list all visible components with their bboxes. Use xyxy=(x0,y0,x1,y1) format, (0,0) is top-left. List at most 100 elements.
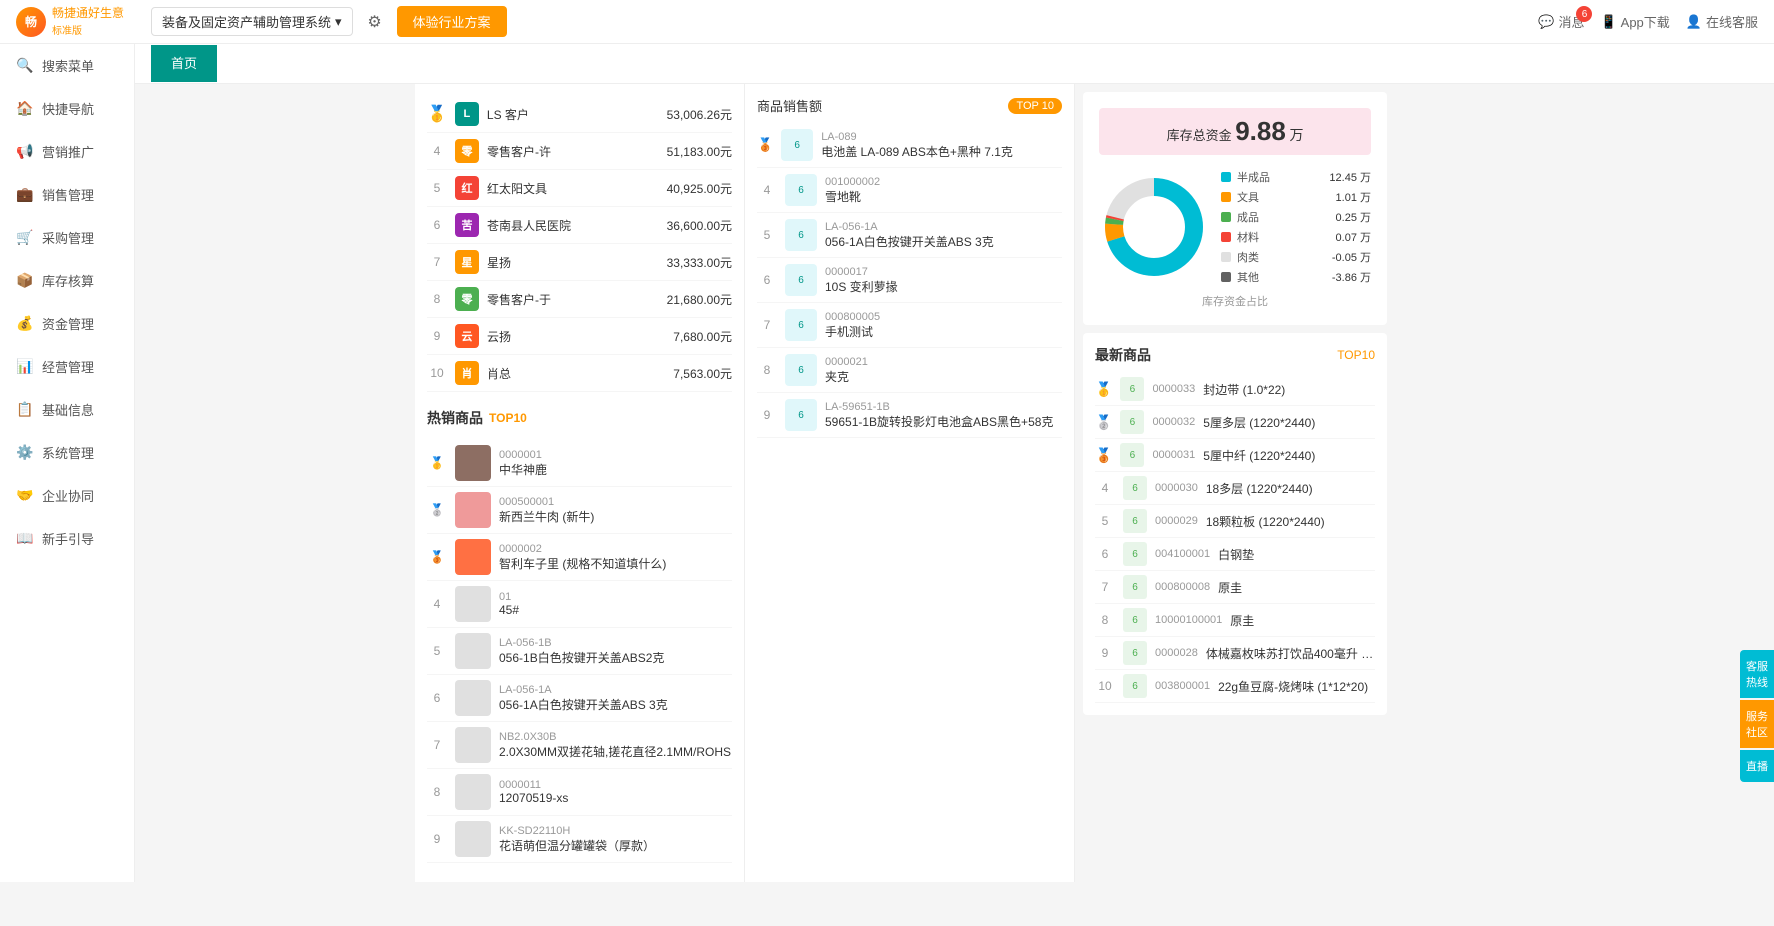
product-rank-7: 7 6 000800005 手机测试 xyxy=(757,303,1062,348)
legend-dot-1 xyxy=(1221,172,1231,182)
hp-img-6 xyxy=(455,680,491,716)
sidebar-item-finance[interactable]: 💰 资金管理 xyxy=(0,302,134,345)
product-rank-6: 6 6 0000017 10S 变利萝掾 xyxy=(757,258,1062,303)
pname-6: 10S 变利萝掾 xyxy=(825,278,898,295)
legend-item-6: 其他 -3.86 万 xyxy=(1221,267,1371,287)
hp-info-6: LA-056-1A 056-1A白色按键开关盖ABS 3克 xyxy=(499,684,668,713)
sidebar-item-purchase[interactable]: 🛒 采购管理 xyxy=(0,216,134,259)
inventory-chart-row: 半成品 12.45 万 文具 1.01 万 成品 0.25 万 xyxy=(1099,167,1371,287)
pname-4: 雪地靴 xyxy=(825,188,880,205)
new-product-6: 6 6 004100001 白钢垫 xyxy=(1095,538,1375,571)
hot-products-label: 热销商品 xyxy=(427,408,483,428)
sidebar-item-inventory[interactable]: 📦 库存核算 xyxy=(0,259,134,302)
hp-name-5: 056-1B白色按键开关盖ABS2克 xyxy=(499,649,664,666)
hp-rank-5: 5 xyxy=(427,644,447,658)
sidebar-item-marketing[interactable]: 📢 营销推广 xyxy=(0,130,134,173)
rank-avatar-4: 零 xyxy=(455,139,479,163)
np-rank-4: 4 xyxy=(1095,481,1115,495)
sidebar-item-label: 资金管理 xyxy=(42,314,94,333)
np-code-9: 0000028 xyxy=(1155,647,1198,659)
online-service-nav[interactable]: 👤 在线客服 xyxy=(1686,12,1758,31)
sidebar-item-collab[interactable]: 🤝 企业协同 xyxy=(0,474,134,517)
rank-name-5: 红太阳文具 xyxy=(487,180,659,197)
tab-home[interactable]: 首页 xyxy=(151,45,217,82)
np-name-1: 封边带 (1.0*22) xyxy=(1203,381,1375,398)
product-info-5: LA-056-1A 056-1A白色按键开关盖ABS 3克 xyxy=(825,221,994,250)
hp-name-7: 2.0X30MM双搓花轴,搓花直径2.1MM/ROHS xyxy=(499,743,731,760)
product-info-6: 0000017 10S 变利萝掾 xyxy=(825,266,898,295)
product-num-6: 6 xyxy=(757,273,777,287)
settings-icon[interactable]: ⚙ xyxy=(361,8,389,36)
hp-code-9: KK-SD22110H xyxy=(499,825,655,837)
sidebar-item-base[interactable]: 📋 基础信息 xyxy=(0,388,134,431)
np-rank-5: 5 xyxy=(1095,514,1115,528)
product-num-8: 8 xyxy=(757,363,777,377)
logo-text: 畅捷通好生意 xyxy=(52,6,124,22)
sidebar-item-guide[interactable]: 📖 新手引导 xyxy=(0,517,134,560)
hp-code-4: 01 xyxy=(499,591,519,603)
hp-code-3: 0000002 xyxy=(499,543,666,555)
pname-5: 056-1A白色按键开关盖ABS 3克 xyxy=(825,233,994,250)
pcode-6: 0000017 xyxy=(825,266,898,278)
sidebar-item-operations[interactable]: 📊 经营管理 xyxy=(0,345,134,388)
base-icon: 📋 xyxy=(16,401,34,418)
hot-product-1: 🥇 0000001 中华神鹿 xyxy=(427,440,732,487)
hot-product-6: 6 LA-056-1A 056-1A白色按键开关盖ABS 3克 xyxy=(427,675,732,722)
sidebar-item-nav[interactable]: 🏠 快捷导航 xyxy=(0,87,134,130)
service-label: 在线客服 xyxy=(1706,12,1758,31)
rank-item-5: 5 红 红太阳文具 40,925.00元 xyxy=(427,170,732,207)
product-num-7: 7 xyxy=(757,318,777,332)
np-img-8: 6 xyxy=(1123,608,1147,632)
rank-value-7: 33,333.00元 xyxy=(667,254,732,271)
rank-num-7: 7 xyxy=(427,255,447,269)
trial-button[interactable]: 体验行业方案 xyxy=(397,6,507,37)
rank-avatar-7: 星 xyxy=(455,250,479,274)
rank-item-7: 7 星 星扬 33,333.00元 xyxy=(427,244,732,281)
sidebar-item-search[interactable]: 🔍 搜索菜单 xyxy=(0,44,134,87)
sidebar-item-label: 销售管理 xyxy=(42,185,94,204)
top-header: 畅 畅捷通好生意 标准版 装备及固定资产辅助管理系统 ▾ ⚙ 体验行业方案 💬 … xyxy=(0,0,1774,44)
pcode-7: 000800005 xyxy=(825,311,880,323)
hot-products-section: 热销商品 TOP10 🥇 0000001 中华神鹿 🥈 xyxy=(427,408,732,863)
cs-btn-live[interactable]: 直播 xyxy=(1740,750,1774,782)
legend-item-3: 成品 0.25 万 xyxy=(1221,207,1371,227)
system-selector[interactable]: 装备及固定资产辅助管理系统 ▾ xyxy=(151,7,353,36)
service-icon: 👤 xyxy=(1686,14,1702,30)
np-code-4: 0000030 xyxy=(1155,482,1198,494)
rank-num-4: 4 xyxy=(427,144,447,158)
sidebar-item-sales[interactable]: 💼 销售管理 xyxy=(0,173,134,216)
np-code-6: 004100001 xyxy=(1155,548,1210,560)
message-nav[interactable]: 💬 消息 6 xyxy=(1538,12,1584,31)
hp-rank-1: 🥇 xyxy=(427,456,447,470)
sidebar-item-system[interactable]: ⚙️ 系统管理 xyxy=(0,431,134,474)
rank-avatar-9: 云 xyxy=(455,324,479,348)
rank-value-4: 51,183.00元 xyxy=(667,143,732,160)
rank-value-10: 7,563.00元 xyxy=(673,365,732,382)
new-product-7: 7 6 000800008 原圭 xyxy=(1095,571,1375,604)
legend-value-1: 12.45 万 xyxy=(1329,169,1371,185)
new-product-5: 5 6 0000029 18颗粒板 (1220*2440) xyxy=(1095,505,1375,538)
np-code-7: 000800008 xyxy=(1155,581,1210,593)
rank-name-9: 云扬 xyxy=(487,328,665,345)
np-code-8: 10000100001 xyxy=(1155,614,1222,626)
hot-products-title: 热销商品 TOP10 xyxy=(427,408,732,428)
cs-btn-community[interactable]: 服务社区 xyxy=(1740,700,1774,748)
hp-name-3: 智利车子里 (规格不知道填什么) xyxy=(499,555,666,572)
hp-info-9: KK-SD22110H 花语萌但温分罐罐袋（厚款） xyxy=(499,825,655,854)
product-img-8: 6 xyxy=(785,354,817,386)
hp-img-5 xyxy=(455,633,491,669)
rank-name-4: 零售客户-许 xyxy=(487,143,659,160)
product-num-4: 4 xyxy=(757,183,777,197)
new-product-9: 9 6 0000028 体械嘉枚味苏打饮品400毫升 (1*15) xyxy=(1095,637,1375,670)
hot-product-9: 9 KK-SD22110H 花语萌但温分罐罐袋（厚款） xyxy=(427,816,732,863)
rank-avatar-5: 红 xyxy=(455,176,479,200)
np-img-3: 6 xyxy=(1120,443,1144,467)
cs-buttons: 客服热线 服务社区 直播 xyxy=(1740,650,1774,782)
sidebar-item-label: 新手引导 xyxy=(42,529,94,548)
rank-num-9: 9 xyxy=(427,329,447,343)
sidebar-item-label: 经营管理 xyxy=(42,357,94,376)
cs-btn-hotline[interactable]: 客服热线 xyxy=(1740,650,1774,698)
product-img-9: 6 xyxy=(785,399,817,431)
search-icon: 🔍 xyxy=(16,57,34,74)
app-download-nav[interactable]: 📱 App下载 xyxy=(1600,12,1669,31)
